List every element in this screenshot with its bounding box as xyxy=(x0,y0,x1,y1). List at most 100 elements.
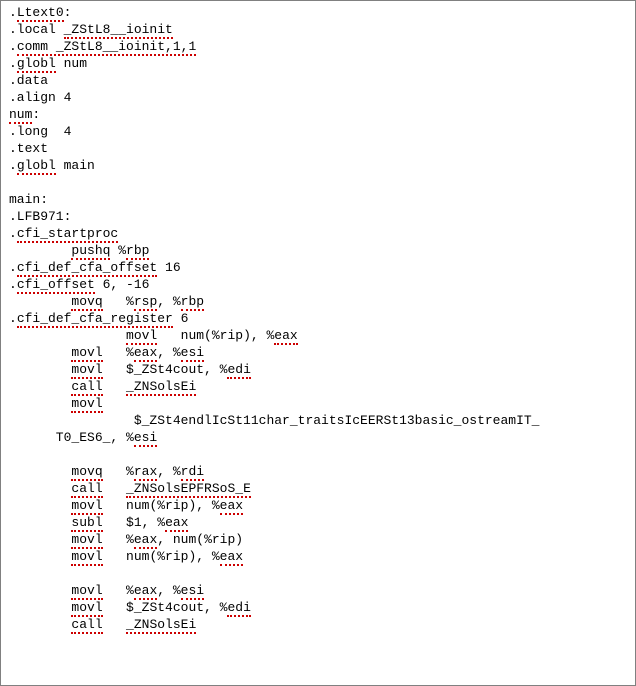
code-text-segment: % xyxy=(110,243,126,258)
code-text-segment xyxy=(9,583,71,598)
spell-underline-segment: call xyxy=(71,379,102,396)
spell-underline-segment: globl xyxy=(17,56,56,73)
code-line[interactable]: num: xyxy=(9,107,627,124)
spell-underline-segment: cfi_offset xyxy=(17,277,95,294)
code-line[interactable]: .LFB971: xyxy=(9,209,627,226)
code-editor-pane[interactable]: .Ltext0:.local _ZStL8__ioinit.comm _ZStL… xyxy=(0,0,636,686)
spell-underline-segment: cfi_def_cfa_offset xyxy=(17,260,157,277)
spell-underline-segment: movl xyxy=(71,396,102,413)
code-text-segment: . xyxy=(9,5,17,20)
code-text-segment xyxy=(103,617,126,632)
spell-underline-segment: rsp xyxy=(134,294,157,311)
code-text-segment: , % xyxy=(157,294,180,309)
code-line[interactable]: movl num(%rip), %eax xyxy=(9,549,627,566)
code-line[interactable]: .Ltext0: xyxy=(9,5,627,22)
code-line[interactable]: main: xyxy=(9,192,627,209)
code-text-segment xyxy=(9,328,126,343)
code-line[interactable]: .cfi_def_cfa_offset 16 xyxy=(9,260,627,277)
editor-text-content[interactable]: .Ltext0:.local _ZStL8__ioinit.comm _ZStL… xyxy=(1,1,635,638)
spell-underline-segment: movl xyxy=(71,498,102,515)
code-text-segment: , % xyxy=(157,583,180,598)
code-line[interactable]: movq %rax, %rdi xyxy=(9,464,627,481)
code-line[interactable]: .comm _ZStL8__ioinit,1,1 xyxy=(9,39,627,56)
code-line[interactable]: movl num(%rip), %eax xyxy=(9,498,627,515)
code-line[interactable]: T0_ES6_, %esi xyxy=(9,430,627,447)
code-text-segment: $_ZSt4cout, % xyxy=(103,362,228,377)
spell-underline-segment: edi xyxy=(227,362,250,379)
code-text-segment xyxy=(9,345,71,360)
spell-underline-segment: edi xyxy=(227,600,250,617)
code-text-segment: .long 4 xyxy=(9,124,71,139)
code-text-segment: , % xyxy=(157,345,180,360)
spell-underline-segment: eax xyxy=(220,549,243,566)
spell-underline-segment: eax xyxy=(220,498,243,515)
code-line[interactable]: .cfi_offset 6, -16 xyxy=(9,277,627,294)
code-line[interactable]: .align 4 xyxy=(9,90,627,107)
spell-underline-segment: eax xyxy=(134,532,157,549)
code-line[interactable]: movl num(%rip), %eax xyxy=(9,328,627,345)
code-line[interactable]: movq %rsp, %rbp xyxy=(9,294,627,311)
code-text-segment: 6 xyxy=(173,311,189,326)
spell-underline-segment: globl xyxy=(17,158,56,175)
code-line[interactable]: .cfi_def_cfa_register 6 xyxy=(9,311,627,328)
code-line[interactable]: $_ZSt4endlIcSt11char_traitsIcEERSt13basi… xyxy=(9,413,627,430)
code-text-segment xyxy=(9,515,71,530)
code-text-segment: .local xyxy=(9,22,64,37)
code-line[interactable]: subl $1, %eax xyxy=(9,515,627,532)
code-line[interactable]: .long 4 xyxy=(9,124,627,141)
spell-underline-segment: eax xyxy=(165,515,188,532)
code-line[interactable]: .globl num xyxy=(9,56,627,73)
code-text-segment xyxy=(9,396,71,411)
code-line[interactable]: call _ZNSolsEi xyxy=(9,617,627,634)
code-text-segment: .LFB971: xyxy=(9,209,71,224)
code-text-segment xyxy=(9,464,71,479)
code-text-segment: main xyxy=(56,158,95,173)
code-line[interactable]: movl $_ZSt4cout, %edi xyxy=(9,600,627,617)
code-text-segment xyxy=(103,481,126,496)
code-text-segment: . xyxy=(9,260,17,275)
code-line[interactable]: movl xyxy=(9,396,627,413)
code-text-segment xyxy=(9,600,71,615)
code-line[interactable] xyxy=(9,175,627,192)
code-text-segment: % xyxy=(103,583,134,598)
code-line[interactable] xyxy=(9,447,627,464)
code-line[interactable]: movl %eax, num(%rip) xyxy=(9,532,627,549)
spell-underline-segment: esi xyxy=(134,430,157,447)
code-line[interactable]: movl %eax, %esi xyxy=(9,583,627,600)
code-line[interactable]: pushq %rbp xyxy=(9,243,627,260)
code-line[interactable]: .data xyxy=(9,73,627,90)
spell-underline-segment: movl xyxy=(71,549,102,566)
code-text-segment: main: xyxy=(9,192,48,207)
code-line[interactable]: call _ZNSolsEi xyxy=(9,379,627,396)
code-line[interactable]: .globl main xyxy=(9,158,627,175)
code-text-segment xyxy=(9,379,71,394)
spell-underline-segment: eax xyxy=(134,345,157,362)
code-text-segment: 16 xyxy=(157,260,180,275)
spell-underline-segment: movq xyxy=(71,294,102,311)
code-line[interactable] xyxy=(9,566,627,583)
spell-underline-segment: rbp xyxy=(181,294,204,311)
spell-underline-segment: movq xyxy=(71,464,102,481)
code-line[interactable]: .cfi_startproc xyxy=(9,226,627,243)
code-text-segment: , num(%rip) xyxy=(157,532,243,547)
code-line[interactable]: movl $_ZSt4cout, %edi xyxy=(9,362,627,379)
code-text-segment: . xyxy=(9,311,17,326)
spell-underline-segment: movl xyxy=(71,600,102,617)
spell-underline-segment: eax xyxy=(134,583,157,600)
code-text-segment: .align 4 xyxy=(9,90,71,105)
code-line[interactable]: .local _ZStL8__ioinit xyxy=(9,22,627,39)
code-text-segment: . xyxy=(9,226,17,241)
spell-underline-segment: movl xyxy=(126,328,157,345)
code-line[interactable]: call _ZNSolsEPFRSoS_E xyxy=(9,481,627,498)
code-text-segment: .text xyxy=(9,141,48,156)
spell-underline-segment: _ZStL8__ioinit xyxy=(64,22,173,39)
code-text-segment xyxy=(9,243,71,258)
code-text-segment: % xyxy=(103,345,134,360)
code-text-segment: . xyxy=(9,39,17,54)
code-text-segment: T0_ES6_, % xyxy=(9,430,134,445)
code-line[interactable]: movl %eax, %esi xyxy=(9,345,627,362)
code-line[interactable]: .text xyxy=(9,141,627,158)
spell-underline-segment: Ltext0 xyxy=(17,5,64,22)
code-text-segment xyxy=(9,532,71,547)
spell-underline-segment: movl xyxy=(71,362,102,379)
